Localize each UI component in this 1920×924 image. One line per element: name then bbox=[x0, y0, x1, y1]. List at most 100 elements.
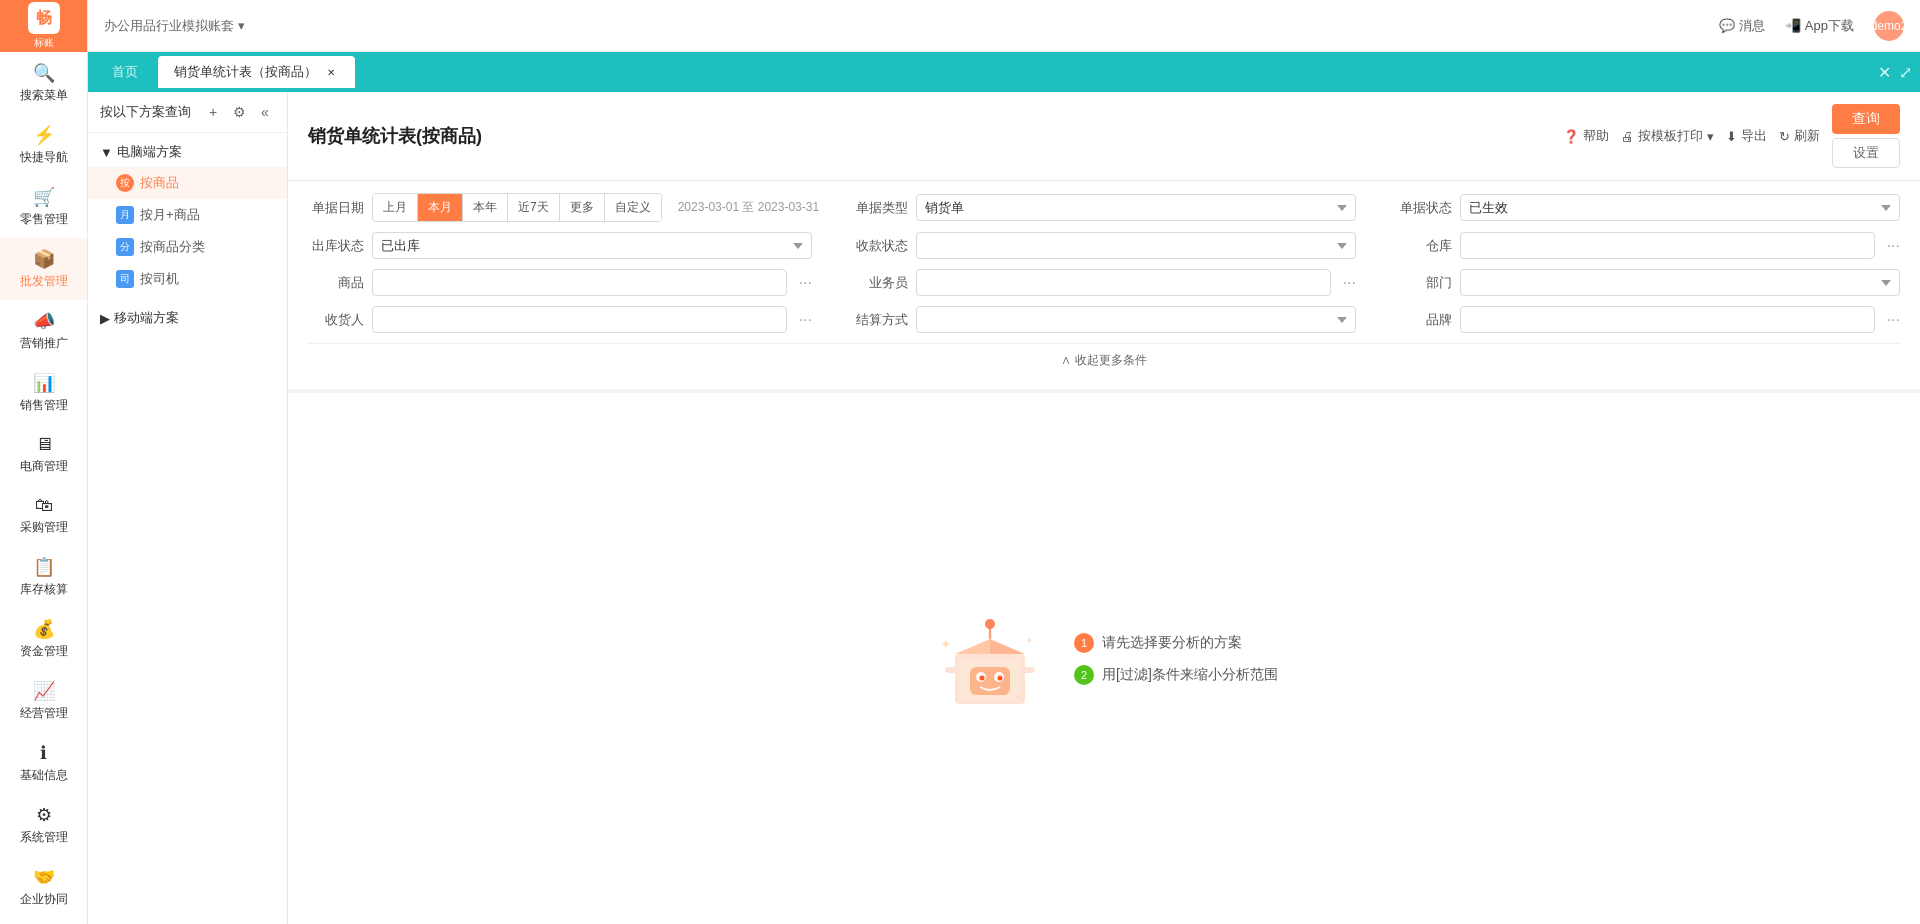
left-panel: 按以下方案查询 + ⚙ « ▼ 电脑端方案 按 按商品 月 按月 bbox=[88, 92, 288, 924]
filter-brand-label: 品牌 bbox=[1396, 311, 1452, 329]
export-icon: ⬇ bbox=[1726, 129, 1737, 144]
user-avatar[interactable]: demo2 bbox=[1874, 11, 1904, 41]
workspace-selector[interactable]: 办公用品行业模拟账套 ▾ bbox=[104, 17, 245, 35]
filter-department-label: 部门 bbox=[1396, 274, 1452, 292]
filter-payment-status-select[interactable] bbox=[916, 232, 1356, 259]
query-button[interactable]: 查询 bbox=[1832, 104, 1900, 134]
sidebar: 畅 标账 🔍 搜索菜单 ⚡ 快捷导航 🛒 零售管理 📦 批发管理 📣 营销推广 … bbox=[0, 0, 88, 924]
filter-salesperson-label: 业务员 bbox=[852, 274, 908, 292]
help-button[interactable]: ❓ 帮助 bbox=[1563, 127, 1609, 145]
tab-close-window-icon[interactable]: ✕ bbox=[1878, 63, 1891, 82]
svg-text:✦: ✦ bbox=[1015, 692, 1022, 701]
inventory-icon: 📋 bbox=[33, 556, 55, 578]
tree-item-by-month-product[interactable]: 月 按月+商品 bbox=[88, 199, 287, 231]
sidebar-item-inventory[interactable]: 📋 库存核算 bbox=[0, 546, 88, 608]
sidebar-item-purchase[interactable]: 🛍 采购管理 bbox=[0, 485, 88, 546]
filter-recipient-label: 收货人 bbox=[308, 311, 364, 329]
empty-steps: 1 请先选择要分析的方案 2 用[过滤]条件来缩小分析范围 bbox=[1074, 633, 1278, 685]
date-tab-more[interactable]: 更多 bbox=[560, 194, 605, 221]
sidebar-item-system[interactable]: ⚙ 系统管理 bbox=[0, 794, 88, 856]
collapse-conditions-button[interactable]: ∧ 收起更多条件 bbox=[308, 343, 1900, 377]
sales-icon: 📊 bbox=[33, 372, 55, 394]
svg-rect-11 bbox=[945, 667, 957, 673]
filter-warehouse-label: 仓库 bbox=[1396, 237, 1452, 255]
filter-doc-type-label: 单据类型 bbox=[852, 199, 908, 217]
filter-doc-type-field: 单据类型 销货单 bbox=[852, 194, 1356, 221]
filter-salesperson-field: 业务员 ··· bbox=[852, 269, 1356, 296]
sidebar-item-basics[interactable]: ℹ 基础信息 bbox=[0, 732, 88, 794]
date-tabs: 上月 本月 本年 近7天 更多 bbox=[372, 193, 662, 222]
coop-icon: 🤝 bbox=[33, 866, 55, 888]
finance-icon: 💰 bbox=[33, 618, 55, 640]
filter-salesperson-input[interactable] bbox=[916, 269, 1331, 296]
add-scheme-button[interactable]: + bbox=[203, 102, 223, 122]
filter-warehouse-status-select[interactable]: 已出库 bbox=[372, 232, 812, 259]
filter-department-select[interactable] bbox=[1460, 269, 1900, 296]
sidebar-item-newbie[interactable]: 🎯 新手引导 bbox=[0, 918, 88, 924]
tree-desktop-group[interactable]: ▼ 电脑端方案 bbox=[88, 137, 287, 167]
filter-brand-input[interactable] bbox=[1460, 306, 1875, 333]
filter-row-4: 收货人 ··· 结算方式 品牌 ··· bbox=[308, 306, 1900, 333]
filter-product-input[interactable] bbox=[372, 269, 787, 296]
sidebar-item-sales[interactable]: 📊 销售管理 bbox=[0, 362, 88, 424]
export-button[interactable]: ⬇ 导出 bbox=[1726, 127, 1767, 145]
filter-recipient-input[interactable] bbox=[372, 306, 787, 333]
filter-doc-status-select[interactable]: 已生效 bbox=[1460, 194, 1900, 221]
collapse-panel-button[interactable]: « bbox=[255, 102, 275, 122]
recipient-dots-icon[interactable]: ··· bbox=[799, 311, 812, 329]
empty-illustration: ✦ ✦ ✦ bbox=[930, 599, 1050, 719]
tree-mobile-group[interactable]: ▶ 移动端方案 bbox=[88, 303, 287, 333]
template-print-button[interactable]: 🖨 按模板打印 ▾ bbox=[1621, 127, 1714, 145]
date-tab-custom[interactable]: 自定义 bbox=[605, 194, 661, 221]
tree-item-by-product[interactable]: 按 按商品 bbox=[88, 167, 287, 199]
filter-warehouse-field: 仓库 ··· bbox=[1396, 232, 1900, 259]
app-download-button[interactable]: 📲 App下载 bbox=[1785, 17, 1854, 35]
filter-settlement-select[interactable] bbox=[916, 306, 1356, 333]
tree-item-by-machine[interactable]: 司 按司机 bbox=[88, 263, 287, 295]
date-tab-last-7[interactable]: 近7天 bbox=[508, 194, 560, 221]
marketing-icon: 📣 bbox=[33, 310, 55, 332]
tab-close-icon[interactable]: ✕ bbox=[323, 64, 339, 80]
print-icon: 🖨 bbox=[1621, 129, 1634, 144]
sidebar-item-finance[interactable]: 💰 资金管理 bbox=[0, 608, 88, 670]
settings-button[interactable]: 设置 bbox=[1832, 138, 1900, 168]
date-tab-this-year[interactable]: 本年 bbox=[463, 194, 508, 221]
svg-text:✦: ✦ bbox=[940, 636, 952, 652]
tab-home[interactable]: 首页 bbox=[96, 56, 154, 88]
tree-item-by-category[interactable]: 分 按商品分类 bbox=[88, 231, 287, 263]
warehouse-dots-icon[interactable]: ··· bbox=[1887, 237, 1900, 255]
filter-warehouse-status-field: 出库状态 已出库 bbox=[308, 232, 812, 259]
message-button[interactable]: 💬 消息 bbox=[1719, 17, 1765, 35]
tab-sales-stats[interactable]: 销货单统计表（按商品） ✕ bbox=[158, 56, 355, 88]
filter-product-label: 商品 bbox=[308, 274, 364, 292]
sidebar-item-search[interactable]: 🔍 搜索菜单 bbox=[0, 52, 88, 114]
svg-text:✦: ✦ bbox=[1025, 635, 1033, 646]
date-tab-last-month[interactable]: 上月 bbox=[373, 194, 418, 221]
sidebar-item-marketing[interactable]: 📣 营销推广 bbox=[0, 300, 88, 362]
settings-scheme-button[interactable]: ⚙ bbox=[229, 102, 249, 122]
sidebar-item-coop[interactable]: 🤝 企业协同 bbox=[0, 856, 88, 918]
filter-warehouse-input[interactable] bbox=[1460, 232, 1875, 259]
tab-expand-icon[interactable]: ⤢ bbox=[1899, 63, 1912, 82]
filter-doc-type-select[interactable]: 销货单 bbox=[916, 194, 1356, 221]
brand-dots-icon[interactable]: ··· bbox=[1887, 311, 1900, 329]
salesperson-dots-icon[interactable]: ··· bbox=[1343, 274, 1356, 292]
sidebar-item-operations[interactable]: 📈 经营管理 bbox=[0, 670, 88, 732]
sidebar-item-shortcut[interactable]: ⚡ 快捷导航 bbox=[0, 114, 88, 176]
refresh-button[interactable]: ↻ 刷新 bbox=[1779, 127, 1820, 145]
tree-group-desktop: ▼ 电脑端方案 按 按商品 月 按月+商品 分 按商品分类 司 按司机 bbox=[88, 133, 287, 299]
sidebar-item-retail[interactable]: 🛒 零售管理 bbox=[0, 176, 88, 238]
right-panel: 销货单统计表(按商品) ❓ 帮助 🖨 按模板打印 ▾ ⬇ bbox=[288, 92, 1920, 924]
filter-warehouse-status-label: 出库状态 bbox=[308, 237, 364, 255]
filter-doc-status-field: 单据状态 已生效 bbox=[1396, 194, 1900, 221]
date-tab-this-month[interactable]: 本月 bbox=[418, 194, 463, 221]
sidebar-item-wholesale[interactable]: 📦 批发管理 bbox=[0, 238, 88, 300]
filter-row-3: 商品 ··· 业务员 ··· 部门 bbox=[308, 269, 1900, 296]
product-dots-icon[interactable]: ··· bbox=[799, 274, 812, 292]
tree-item-icon-by-month: 月 bbox=[116, 206, 134, 224]
tree-group-mobile: ▶ 移动端方案 bbox=[88, 299, 287, 337]
empty-state: ✦ ✦ ✦ 1 请先选择要分析的方案 2 用[过滤]条件来缩小分析范围 bbox=[288, 393, 1920, 924]
sidebar-item-ecommerce[interactable]: 🖥 电商管理 bbox=[0, 424, 88, 485]
search-icon: 🔍 bbox=[33, 62, 55, 84]
tree-item-icon-by-category: 分 bbox=[116, 238, 134, 256]
